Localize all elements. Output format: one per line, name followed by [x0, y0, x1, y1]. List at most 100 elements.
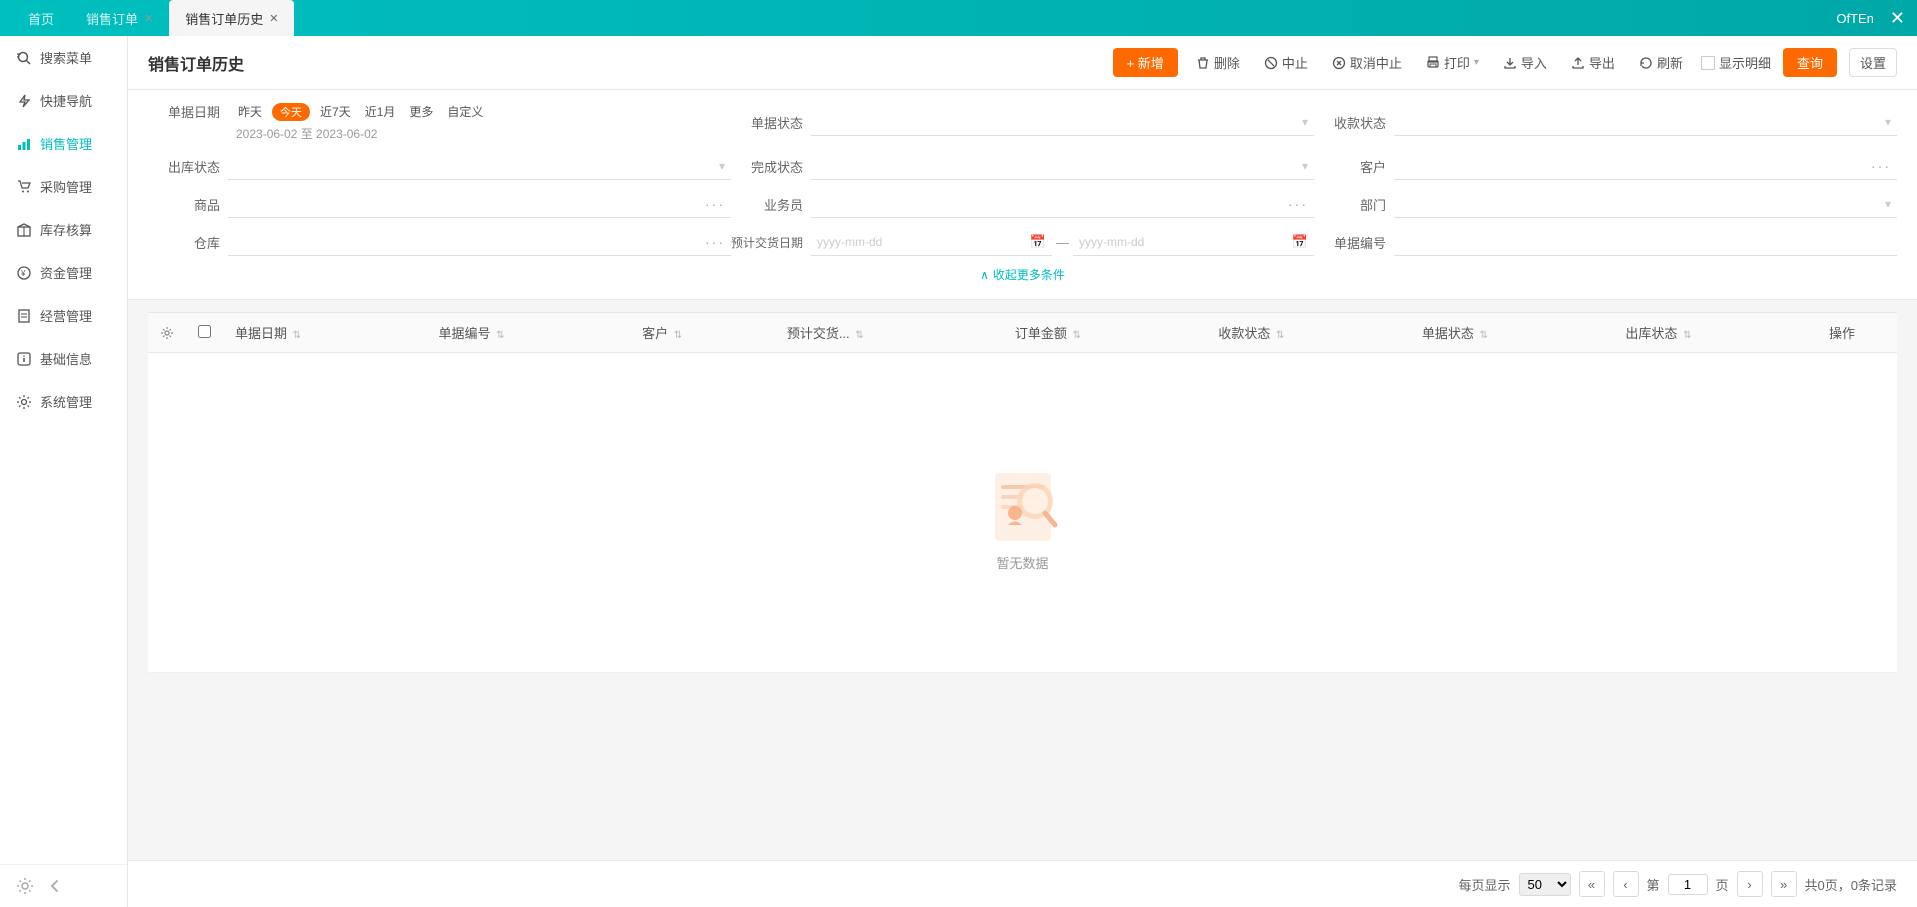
cancel-stop-button[interactable]: 取消中止: [1326, 49, 1408, 76]
delivery-to-input[interactable]: yyyy-mm-dd 📅: [1073, 228, 1314, 256]
import-button[interactable]: 导入: [1497, 49, 1553, 76]
top-bar: 首页 销售订单 ✕ 销售订单历史 ✕ OfTEn ✕: [0, 0, 1917, 36]
show-detail-area: 显示明细: [1701, 53, 1771, 72]
sidebar-item-capital-mgmt[interactable]: ¥ 资金管理: [0, 251, 127, 294]
trash-icon: [1196, 56, 1210, 70]
show-detail-checkbox[interactable]: [1701, 56, 1715, 70]
sidebar-item-search-menu[interactable]: 搜索菜单: [0, 36, 127, 79]
pay-status-input[interactable]: ▾: [1394, 108, 1897, 136]
sort-date-icon[interactable]: ⇅: [293, 330, 301, 341]
calendar-from-icon[interactable]: 📅: [1030, 234, 1046, 250]
sort-delivery-icon[interactable]: ⇅: [855, 330, 863, 341]
filter-date-row: 单据日期 昨天 今天 近7天 近1月 更多 自定义: [148, 102, 487, 121]
report-icon: [16, 308, 32, 324]
pagination: 每页显示 50 20 100 « ‹ 第 页 › » 共0页，0条记录: [128, 860, 1917, 907]
new-button[interactable]: + 新增: [1113, 48, 1178, 77]
filter-salesperson-cell: 业务员 ···: [731, 190, 1314, 218]
tab-sales-order-history-close[interactable]: ✕: [269, 12, 278, 25]
export-button[interactable]: 导出: [1565, 49, 1621, 76]
custom-btn[interactable]: 自定义: [443, 102, 487, 121]
tab-home-label: 首页: [28, 9, 54, 28]
customer-input[interactable]: ···: [1394, 152, 1897, 180]
sidebar-item-basic-info[interactable]: 基础信息: [0, 337, 127, 380]
date-label: 单据日期: [148, 102, 228, 121]
sidebar-item-purchase-mgmt[interactable]: 采购管理: [0, 165, 127, 208]
today-btn[interactable]: 今天: [272, 103, 310, 121]
filter-row-2: 出库状态 ▾ 完成状态 ▾ 客户 ···: [148, 152, 1897, 180]
table-area: 单据日期 ⇅ 单据编号 ⇅ 客户 ⇅ 预计交货...: [128, 300, 1917, 860]
warehouse-input[interactable]: ···: [228, 228, 731, 256]
page-input[interactable]: [1668, 874, 1708, 895]
chevron-up-icon: ∧: [980, 268, 989, 282]
tab-sales-order-close[interactable]: ✕: [144, 12, 153, 25]
date-range-text: 2023-06-02 至 2023-06-02: [236, 125, 377, 142]
filter-orderno-cell: 单据编号: [1314, 228, 1897, 256]
settings-icon: [16, 394, 32, 410]
product-input[interactable]: ···: [228, 190, 731, 218]
sidebar-item-quick-nav[interactable]: 快捷导航: [0, 79, 127, 122]
total-records-text: 共0页，0条记录: [1805, 875, 1897, 894]
sort-outbound-icon[interactable]: ⇅: [1683, 330, 1691, 341]
outbound-input[interactable]: ▾: [228, 152, 731, 180]
orderno-input[interactable]: [1394, 228, 1897, 256]
last-page-button[interactable]: »: [1771, 871, 1797, 897]
print-button[interactable]: 打印 ▾: [1420, 49, 1485, 76]
refresh-button[interactable]: 刷新: [1633, 49, 1689, 76]
toolbar: + 新增 删除 中止 取消中止 打印 ▾: [1113, 48, 1897, 89]
chart-icon: [16, 136, 32, 152]
more-btn[interactable]: 更多: [405, 102, 437, 121]
dept-input[interactable]: ▾: [1394, 190, 1897, 218]
sidebar-collapse-icon[interactable]: [46, 877, 64, 895]
filter-product-cell: 商品 ···: [148, 190, 731, 218]
next-page-button[interactable]: ›: [1737, 871, 1763, 897]
sidebar: 搜索菜单 快捷导航 销售管理 采购管理 库存核算: [0, 36, 128, 907]
delivery-from-input[interactable]: yyyy-mm-dd 📅: [811, 228, 1052, 256]
sort-customer-icon[interactable]: ⇅: [674, 330, 682, 341]
sidebar-item-sales-mgmt[interactable]: 销售管理: [0, 122, 127, 165]
salesperson-input[interactable]: ···: [811, 190, 1314, 218]
window-close-button[interactable]: ✕: [1890, 8, 1905, 29]
svg-text:¥: ¥: [20, 269, 26, 278]
prev-page-button[interactable]: ‹: [1613, 871, 1639, 897]
settings-filter-button[interactable]: 设置: [1849, 48, 1897, 77]
outbound-label: 出库状态: [148, 157, 228, 176]
sort-paystatus-icon[interactable]: ⇅: [1276, 330, 1284, 341]
sidebar-item-inventory-check[interactable]: 库存核算: [0, 208, 127, 251]
table-header-order-status: 单据状态 ⇅: [1410, 313, 1614, 353]
calendar-to-icon[interactable]: 📅: [1292, 234, 1308, 250]
refresh-icon: [1639, 56, 1653, 70]
sidebar-bottom: [0, 864, 127, 907]
pay-status-label: 收款状态: [1314, 113, 1394, 132]
sidebar-gear-icon[interactable]: [16, 877, 34, 895]
first-page-button[interactable]: «: [1579, 871, 1605, 897]
order-status-input[interactable]: ▾: [811, 108, 1314, 136]
per-page-select[interactable]: 50 20 100: [1519, 873, 1571, 896]
week7-btn[interactable]: 近7天: [316, 102, 355, 121]
collapse-bar[interactable]: ∧ 收起更多条件: [148, 262, 1897, 287]
sort-orderstatus-icon[interactable]: ⇅: [1480, 330, 1488, 341]
customer-label: 客户: [1314, 157, 1394, 176]
sort-orderno-icon[interactable]: ⇅: [496, 330, 504, 341]
yesterday-btn[interactable]: 昨天: [234, 102, 266, 121]
tab-home[interactable]: 首页: [12, 0, 70, 36]
table-settings-icon[interactable]: [160, 325, 174, 340]
tab-sales-order-label: 销售订单: [86, 9, 138, 28]
table-header-outbound-status: 出库状态 ⇅: [1613, 313, 1817, 353]
completion-label: 完成状态: [731, 157, 811, 176]
often-text: OfTEn: [1836, 11, 1874, 26]
filter-date-cell: 单据日期 昨天 今天 近7天 近1月 更多 自定义 2023-06-02 至 2…: [148, 102, 731, 142]
delete-button[interactable]: 删除: [1190, 49, 1246, 76]
select-all-checkbox[interactable]: [198, 325, 211, 338]
month1-btn[interactable]: 近1月: [361, 102, 400, 121]
print-icon: [1426, 56, 1440, 70]
query-button[interactable]: 查询: [1783, 48, 1837, 77]
tab-sales-order[interactable]: 销售订单 ✕: [70, 0, 169, 36]
sort-amount-icon[interactable]: ⇅: [1072, 330, 1080, 341]
sidebar-item-operation-mgmt[interactable]: 经营管理: [0, 294, 127, 337]
sidebar-label-operation-mgmt: 经营管理: [40, 306, 92, 325]
completion-input[interactable]: ▾: [811, 152, 1314, 180]
date-dash: —: [1052, 235, 1073, 250]
tab-sales-order-history[interactable]: 销售订单历史 ✕: [169, 0, 294, 36]
sidebar-item-system-mgmt[interactable]: 系统管理: [0, 380, 127, 423]
stop-button[interactable]: 中止: [1258, 49, 1314, 76]
